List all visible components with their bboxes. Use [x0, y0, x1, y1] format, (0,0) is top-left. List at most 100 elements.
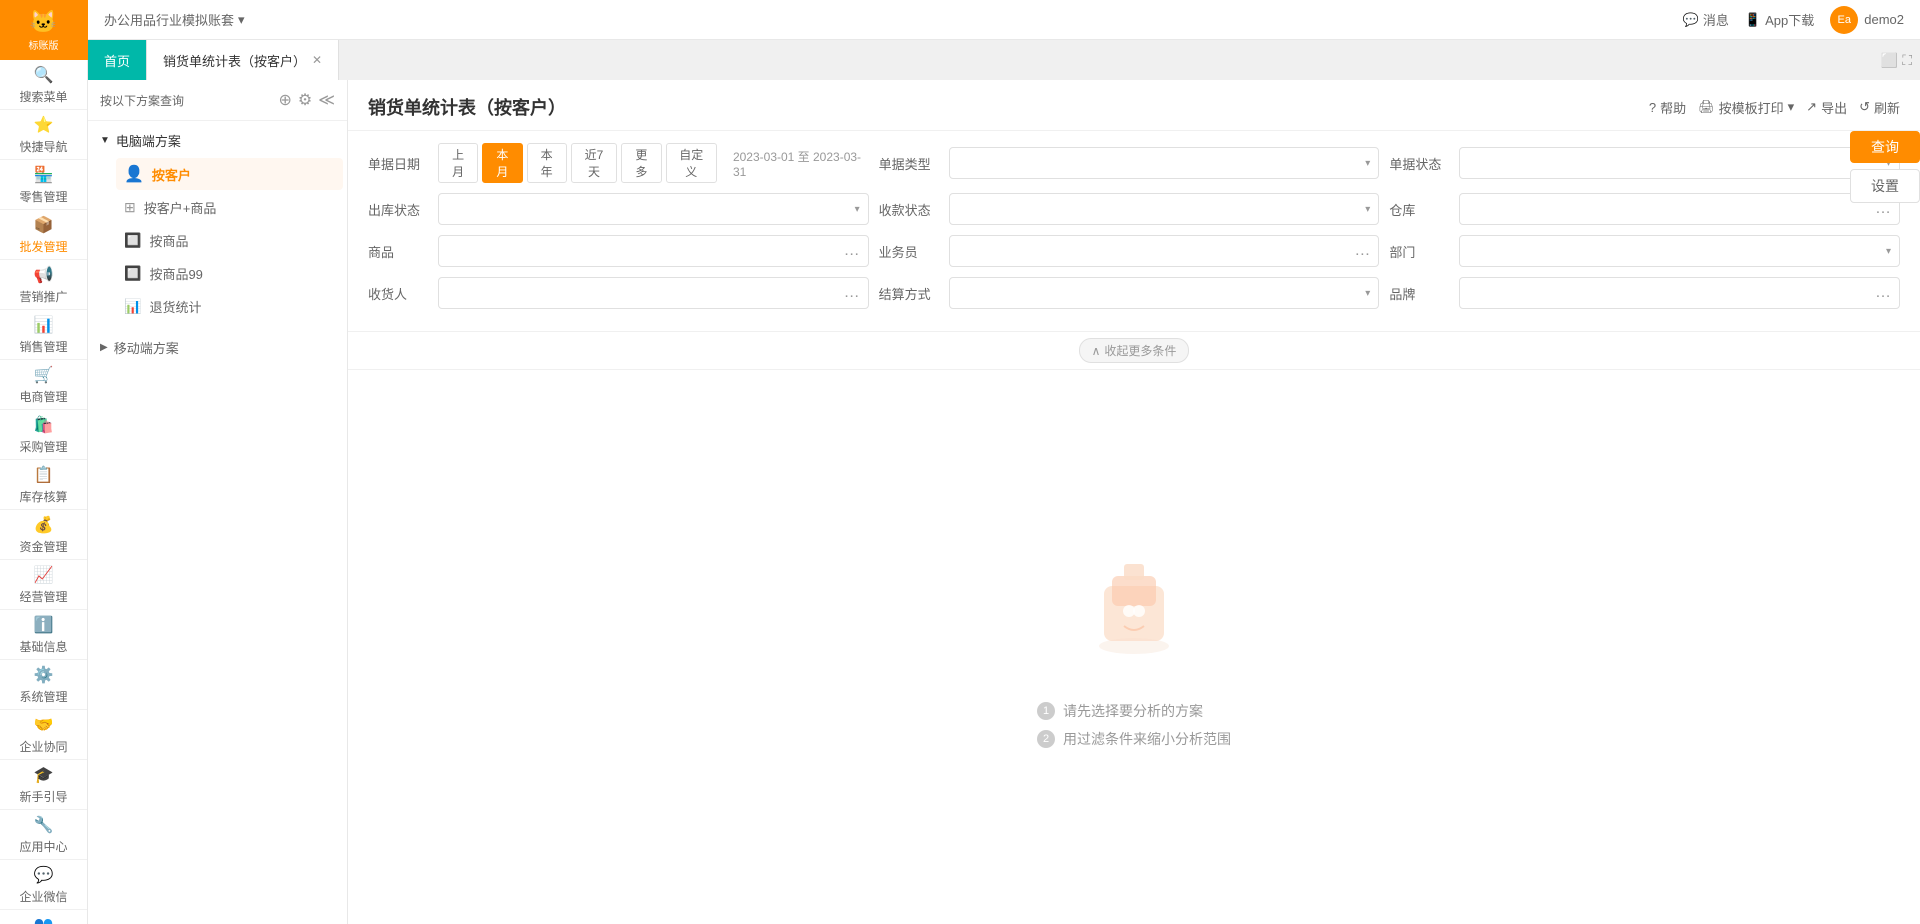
sidebar-item-purchase[interactable]: 🛍️ 采购管理 [0, 410, 87, 460]
sidebar-item-operations[interactable]: 📈 经营管理 [0, 560, 87, 610]
filter-recipient-select[interactable]: … [438, 277, 869, 309]
date-btn-last-7days[interactable]: 近7天 [571, 143, 617, 183]
settings-scheme-button[interactable]: ⚙ [298, 90, 312, 110]
app-download-button[interactable]: 📱 App下载 [1745, 10, 1814, 29]
filter-recipient-label: 收货人 [368, 284, 438, 303]
scheme-item-label: 退货统计 [149, 297, 201, 316]
filter-doctype-label: 单据类型 [879, 154, 949, 173]
tip-number-2: 2 [1037, 730, 1055, 748]
scheme-item-by-goods99[interactable]: 🔲 按商品99 [116, 258, 343, 289]
sidebar-item-label: 新手引导 [19, 788, 67, 805]
filter-outstatus-select[interactable]: ▾ [438, 193, 869, 225]
tab-close-icon[interactable]: ✕ [312, 53, 322, 67]
action-buttons: 查询 设置 [1850, 131, 1920, 203]
brand-dots-icon[interactable]: … [1875, 284, 1891, 302]
restore-icon[interactable]: ⬜ [1881, 52, 1898, 69]
sidebar-item-label: 电商管理 [19, 388, 67, 405]
print-button[interactable]: 🖨 按模板打印 ▾ [1698, 98, 1794, 117]
sidebar-item-wechat[interactable]: 💬 企业微信 [0, 860, 87, 910]
date-range-display: 2023-03-01 至 2023-03-31 [733, 148, 869, 179]
sidebar-logo[interactable]: 🐱 标账版 [0, 0, 88, 60]
sidebar-item-system[interactable]: ⚙️ 系统管理 [0, 660, 87, 710]
payment-arrow-icon: ▾ [1365, 288, 1370, 299]
date-btn-this-year[interactable]: 本年 [527, 143, 567, 183]
scheme-title: 按以下方案查询 [100, 92, 184, 109]
filter-goods-label: 商品 [368, 242, 438, 261]
add-scheme-button[interactable]: ⊕ [279, 90, 292, 110]
collapse-scheme-button[interactable]: ≪ [318, 90, 335, 110]
logo-icon: 🐱 [30, 9, 57, 35]
sidebar-item-label: 营销推广 [19, 288, 67, 305]
sidebar-item-basic[interactable]: ℹ️ 基础信息 [0, 610, 87, 660]
filter-brand-select[interactable]: … [1459, 277, 1900, 309]
sidebar-item-wholesale[interactable]: 📦 批发管理 [0, 210, 87, 260]
date-btn-this-month[interactable]: 本月 [482, 143, 522, 183]
scheme-item-by-customer[interactable]: 👤 按客户 [116, 158, 343, 190]
filter-payment-select[interactable]: ▾ [949, 277, 1380, 309]
sidebar-item-inventory[interactable]: 📋 库存核算 [0, 460, 87, 510]
tab-home[interactable]: 首页 [88, 40, 147, 80]
sidebar-item-sales[interactable]: 📊 销售管理 [0, 310, 87, 360]
user-menu[interactable]: Ea demo2 [1830, 6, 1904, 34]
sidebar-item-guide[interactable]: 🎓 新手引导 [0, 760, 87, 810]
filter-receiptstatus-col: 收款状态 ▾ [879, 193, 1390, 225]
sidebar-item-corp-collab[interactable]: 🤝 企业协同 [0, 710, 87, 760]
app-download-icon: 📱 [1745, 12, 1761, 28]
date-btn-custom[interactable]: 自定义 [666, 143, 717, 183]
query-button[interactable]: 查询 [1850, 131, 1920, 163]
sidebar-item-quicknav[interactable]: ⭐ 快捷导航 [0, 110, 87, 160]
filter-warehouse-label: 仓库 [1389, 200, 1459, 219]
sidebar-item-label: 快捷导航 [19, 138, 67, 155]
filter-docstatus-select[interactable]: ▾ [1459, 147, 1900, 179]
filter-receiptstatus-select[interactable]: ▾ [949, 193, 1380, 225]
filter-row-3: 商品 … 业务员 … 部门 [368, 235, 1900, 267]
filter-brand-label: 品牌 [1389, 284, 1459, 303]
filter-dept-select[interactable]: ▾ [1459, 235, 1900, 267]
salesperson-dots-icon[interactable]: … [1354, 242, 1370, 260]
filter-salesperson-select[interactable]: … [949, 235, 1380, 267]
search-icon: 🔍 [34, 65, 54, 85]
sidebar-item-retail[interactable]: 🏪 零售管理 [0, 160, 87, 210]
date-btn-last-month[interactable]: 上月 [438, 143, 478, 183]
scheme-header: 按以下方案查询 ⊕ ⚙ ≪ [88, 80, 347, 121]
filter-row-4: 收货人 … 结算方式 ▾ 品牌 [368, 277, 1900, 309]
scheme-group-pc: ▼ 电脑端方案 👤 按客户 ⊞ 按客户+商品 🔲 按商品 [88, 121, 347, 328]
date-btn-more[interactable]: 更多 [621, 143, 661, 183]
sidebar-item-ecommerce[interactable]: 🛒 电商管理 [0, 360, 87, 410]
filter-goods-select[interactable]: … [438, 235, 869, 267]
scheme-group-mobile-header[interactable]: ▶ 移动端方案 [88, 332, 347, 363]
sidebar-item-marketing[interactable]: 📢 营销推广 [0, 260, 87, 310]
message-button[interactable]: 💬 消息 [1683, 10, 1729, 29]
expand-icon[interactable]: ⛶ [1902, 52, 1912, 69]
scheme-item-label: 按商品99 [149, 264, 202, 283]
help-button[interactable]: ? 帮助 [1649, 98, 1686, 117]
filter-warehouse-select[interactable]: … [1459, 193, 1900, 225]
window-controls[interactable]: ⬜ ⛶ [1873, 52, 1920, 69]
scheme-item-return-stats[interactable]: 📊 退货统计 [116, 291, 343, 322]
sidebar-item-member[interactable]: 👥 畅会员 [0, 910, 87, 924]
filter-salesperson-label: 业务员 [879, 242, 949, 261]
sidebar: 🐱 标账版 🔍 搜索菜单 ⭐ 快捷导航 🏪 零售管理 📦 批发管理 📢 营销推广… [0, 0, 88, 924]
sidebar-item-apps[interactable]: 🔧 应用中心 [0, 810, 87, 860]
scheme-item-customer-goods[interactable]: ⊞ 按客户+商品 [116, 192, 343, 223]
scheme-item-label: 按客户 [152, 165, 191, 184]
refresh-button[interactable]: ↺ 刷新 [1859, 98, 1900, 117]
filter-receiptstatus-label: 收款状态 [879, 200, 949, 219]
ecommerce-icon: 🛒 [34, 365, 54, 385]
goods-dots-icon[interactable]: … [844, 242, 860, 260]
filter-doctype-select[interactable]: ▾ [949, 147, 1380, 179]
scheme-group-pc-header[interactable]: ▼ 电脑端方案 [88, 125, 347, 156]
tab-sales-stats[interactable]: 销货单统计表（按客户） ✕ [147, 40, 339, 80]
sales-stats-tab-label: 销货单统计表（按客户） [163, 51, 306, 70]
scheme-item-by-goods[interactable]: 🔲 按商品 [116, 225, 343, 256]
export-button[interactable]: ↗ 导出 [1806, 98, 1847, 117]
settings-button[interactable]: 设置 [1850, 169, 1920, 203]
tip-number-1: 1 [1037, 702, 1055, 720]
header-right: 💬 消息 📱 App下载 Ea demo2 [1683, 6, 1904, 34]
filter-brand-col: 品牌 … [1389, 277, 1900, 309]
sidebar-item-search[interactable]: 🔍 搜索菜单 [0, 60, 87, 110]
collapse-button[interactable]: ∧ 收起更多条件 [1079, 338, 1190, 363]
account-dropdown[interactable]: 办公用品行业模拟账套 ▾ [104, 10, 245, 29]
recipient-dots-icon[interactable]: … [844, 284, 860, 302]
sidebar-item-finance[interactable]: 💰 资金管理 [0, 510, 87, 560]
